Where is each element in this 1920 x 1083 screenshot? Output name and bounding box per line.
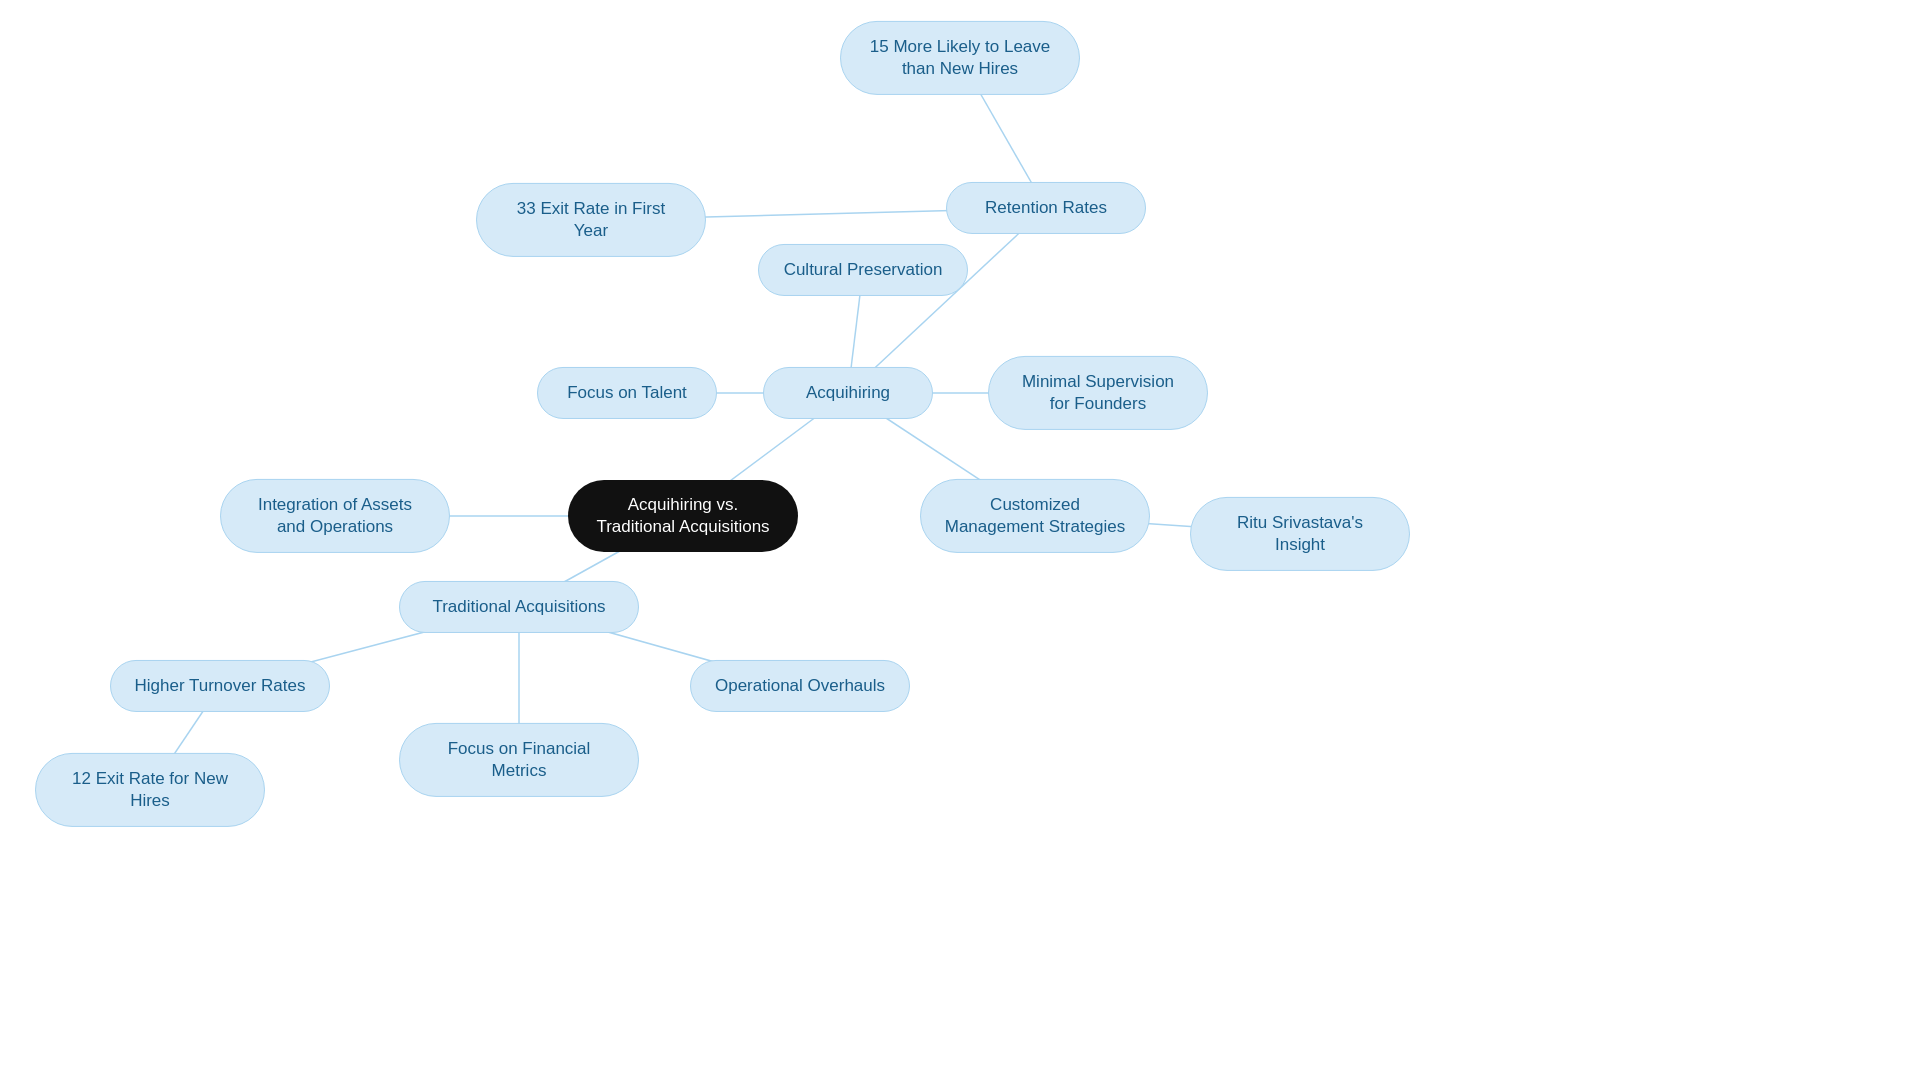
node-operational[interactable]: Operational Overhauls [690, 660, 910, 712]
node-integration[interactable]: Integration of Assets and Operations [220, 479, 450, 553]
node-focus-financial[interactable]: Focus on Financial Metrics [399, 723, 639, 797]
node-customized[interactable]: Customized Management Strategies [920, 479, 1150, 553]
node-retention[interactable]: Retention Rates [946, 182, 1146, 234]
node-exit-rate-12[interactable]: 12 Exit Rate for New Hires [35, 753, 265, 827]
node-exit-rate-33[interactable]: 33 Exit Rate in First Year [476, 183, 706, 257]
node-minimal-sup[interactable]: Minimal Supervision for Founders [988, 356, 1208, 430]
node-higher-turnover[interactable]: Higher Turnover Rates [110, 660, 330, 712]
node-more-likely[interactable]: 15 More Likely to Leave than New Hires [840, 21, 1080, 95]
node-center[interactable]: Acquihiring vs. Traditional Acquisitions [568, 480, 798, 552]
node-focus-talent[interactable]: Focus on Talent [537, 367, 717, 419]
node-acquihiring[interactable]: Acquihiring [763, 367, 933, 419]
node-cultural[interactable]: Cultural Preservation [758, 244, 968, 296]
mind-map-container: Acquihiring vs. Traditional Acquisitions… [0, 0, 1920, 1083]
node-traditional[interactable]: Traditional Acquisitions [399, 581, 639, 633]
node-ritu[interactable]: Ritu Srivastava's Insight [1190, 497, 1410, 571]
